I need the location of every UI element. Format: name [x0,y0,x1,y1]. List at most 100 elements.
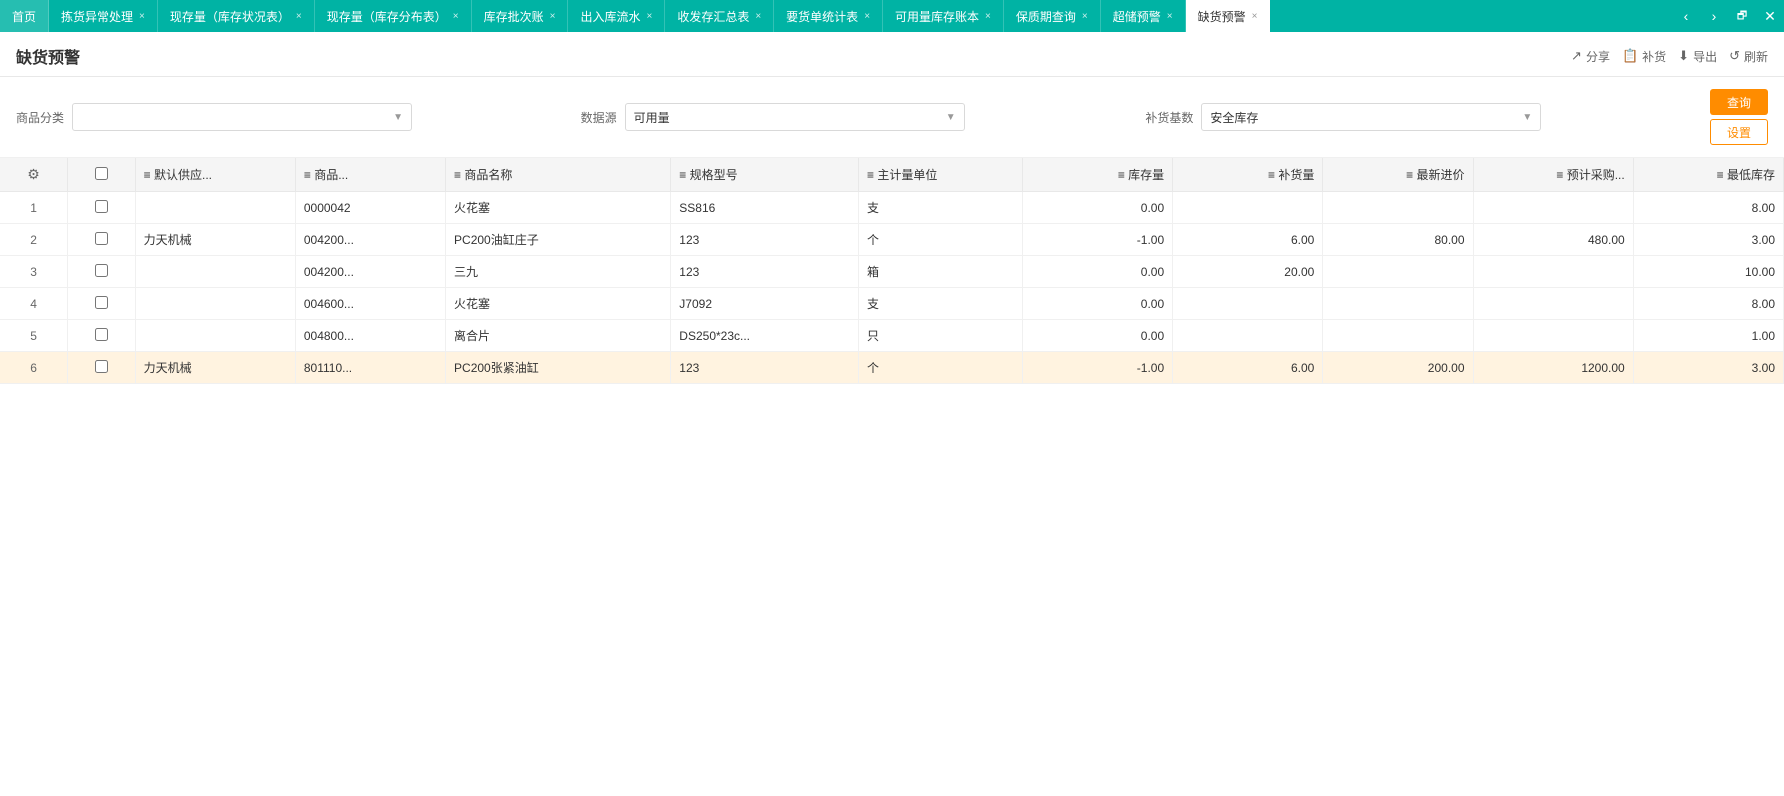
nav-order-stat-close[interactable]: × [864,11,870,22]
replenish-button[interactable]: 📋 补货 [1622,48,1666,65]
settings-button[interactable]: 设置 [1710,119,1768,145]
nav-prev-btn[interactable]: ‹ [1672,0,1700,32]
cell-supplier [135,192,295,224]
th-minstock: ≡ 最低库存 [1633,158,1783,192]
nav-shortage-close[interactable]: × [1252,11,1258,22]
cell-checkbox[interactable] [68,224,136,256]
th-spec-label: ≡ 规格型号 [679,168,737,182]
nav-close-btn[interactable]: ✕ [1756,0,1784,32]
nav-batch-close[interactable]: × [550,11,556,22]
nav-overstock[interactable]: 超储预警 × [1101,0,1186,32]
cell-price [1323,256,1473,288]
th-replenish: ≡ 补货量 [1173,158,1323,192]
nav-shortage[interactable]: 缺货预警 × [1186,0,1271,32]
cell-checkbox[interactable] [68,256,136,288]
datasource-value: 可用量 [634,109,670,126]
nav-batch[interactable]: 库存批次账 × [472,0,569,32]
cell-spec: 123 [671,352,859,384]
cell-spec: DS250*23c... [671,320,859,352]
th-name: ≡ 商品名称 [446,158,671,192]
cell-stock: 0.00 [1022,320,1172,352]
page-title: 缺货预警 [16,44,80,68]
cell-code: 004200... [295,224,445,256]
table-row[interactable]: 1 0000042 火花塞 SS816 支 0.00 8.00 [0,192,1784,224]
cell-checkbox[interactable] [68,352,136,384]
nav-stock-status-close[interactable]: × [296,11,302,22]
nav-next-btn[interactable]: › [1700,0,1728,32]
nav-stock-status[interactable]: 现存量（库存状况表） × [158,0,315,32]
cell-checkbox[interactable] [68,320,136,352]
cell-code: 004600... [295,288,445,320]
refresh-button[interactable]: ↺ 刷新 [1729,48,1768,65]
nav-expiry[interactable]: 保质期查询 × [1004,0,1101,32]
cell-purchase [1473,320,1633,352]
cell-checkbox[interactable] [68,192,136,224]
cell-purchase [1473,256,1633,288]
th-replenish-label: ≡ 补货量 [1268,168,1314,182]
row-checkbox[interactable] [95,264,108,277]
replenish-base-select[interactable]: 安全库存 ▼ [1201,103,1541,131]
replenish-base-arrow-icon: ▼ [1522,112,1532,123]
table-row[interactable]: 4 004600... 火花塞 J7092 支 0.00 8.00 [0,288,1784,320]
th-supplier: ≡ 默认供应... [135,158,295,192]
cell-name: 离合片 [446,320,671,352]
table-row[interactable]: 6 力天机械 801110... PC200张紧油缸 123 个 -1.00 6… [0,352,1784,384]
replenish-base-filter-group: 补货基数 安全库存 ▼ [1145,103,1694,131]
export-icon: ⬇ [1678,48,1689,64]
nav-summary[interactable]: 收发存汇总表 × [665,0,774,32]
gear-icon[interactable]: ⚙ [27,166,40,182]
replenish-base-label: 补货基数 [1145,109,1193,126]
export-button[interactable]: ⬇ 导出 [1678,48,1717,65]
nav-summary-close[interactable]: × [755,11,761,22]
nav-available[interactable]: 可用量库存账本 × [883,0,1004,32]
cell-checkbox[interactable] [68,288,136,320]
nav-restore-btn[interactable]: 🗗 [1728,0,1756,32]
datasource-select[interactable]: 可用量 ▼ [625,103,965,131]
th-price: ≡ 最新进价 [1323,158,1473,192]
nav-home[interactable]: 首页 [0,0,49,32]
cell-stock: 0.00 [1022,256,1172,288]
nav-overstock-close[interactable]: × [1167,11,1173,22]
row-checkbox[interactable] [95,328,108,341]
cell-name: PC200油缸庄子 [446,224,671,256]
nav-order-stat[interactable]: 要货单统计表 × [774,0,883,32]
table-row[interactable]: 3 004200... 三九 123 箱 0.00 20.00 10.00 [0,256,1784,288]
cell-code: 0000042 [295,192,445,224]
nav-picking-close[interactable]: × [139,11,145,22]
row-checkbox[interactable] [95,296,108,309]
row-checkbox[interactable] [95,200,108,213]
shortage-table: ⚙ ≡ 默认供应... ≡ 商品... ≡ 商品名称 ≡ [0,158,1784,384]
row-checkbox[interactable] [95,232,108,245]
nav-available-close[interactable]: × [985,11,991,22]
th-supplier-label: ≡ 默认供应... [144,168,212,182]
cell-unit: 个 [859,224,1023,256]
nav-stock-dist-close[interactable]: × [453,11,459,22]
cell-minstock: 10.00 [1633,256,1783,288]
category-label: 商品分类 [16,109,64,126]
row-checkbox[interactable] [95,360,108,373]
cell-unit: 箱 [859,256,1023,288]
table-row[interactable]: 2 力天机械 004200... PC200油缸庄子 123 个 -1.00 6… [0,224,1784,256]
nav-picking[interactable]: 拣货异常处理 × [49,0,158,32]
cell-purchase: 1200.00 [1473,352,1633,384]
nav-stock-status-label: 现存量（库存状况表） [170,8,290,25]
query-button[interactable]: 查询 [1710,89,1768,115]
share-button[interactable]: ↗ 分享 [1571,48,1610,65]
nav-stock-dist[interactable]: 现存量（库存分布表） × [315,0,472,32]
table-header-row: ⚙ ≡ 默认供应... ≡ 商品... ≡ 商品名称 ≡ [0,158,1784,192]
cell-supplier: 力天机械 [135,224,295,256]
th-settings[interactable]: ⚙ [0,158,68,192]
cell-replenish [1173,288,1323,320]
category-select[interactable]: ▼ [72,103,412,131]
select-all-checkbox[interactable] [95,167,108,180]
th-checkbox[interactable] [68,158,136,192]
cell-index: 3 [0,256,68,288]
nav-expiry-close[interactable]: × [1082,11,1088,22]
cell-name: 三九 [446,256,671,288]
table-row[interactable]: 5 004800... 离合片 DS250*23c... 只 0.00 1.00 [0,320,1784,352]
nav-flow-close[interactable]: × [646,11,652,22]
cell-purchase: 480.00 [1473,224,1633,256]
cell-minstock: 1.00 [1633,320,1783,352]
nav-flow[interactable]: 出入库流水 × [568,0,665,32]
cell-supplier: 力天机械 [135,352,295,384]
